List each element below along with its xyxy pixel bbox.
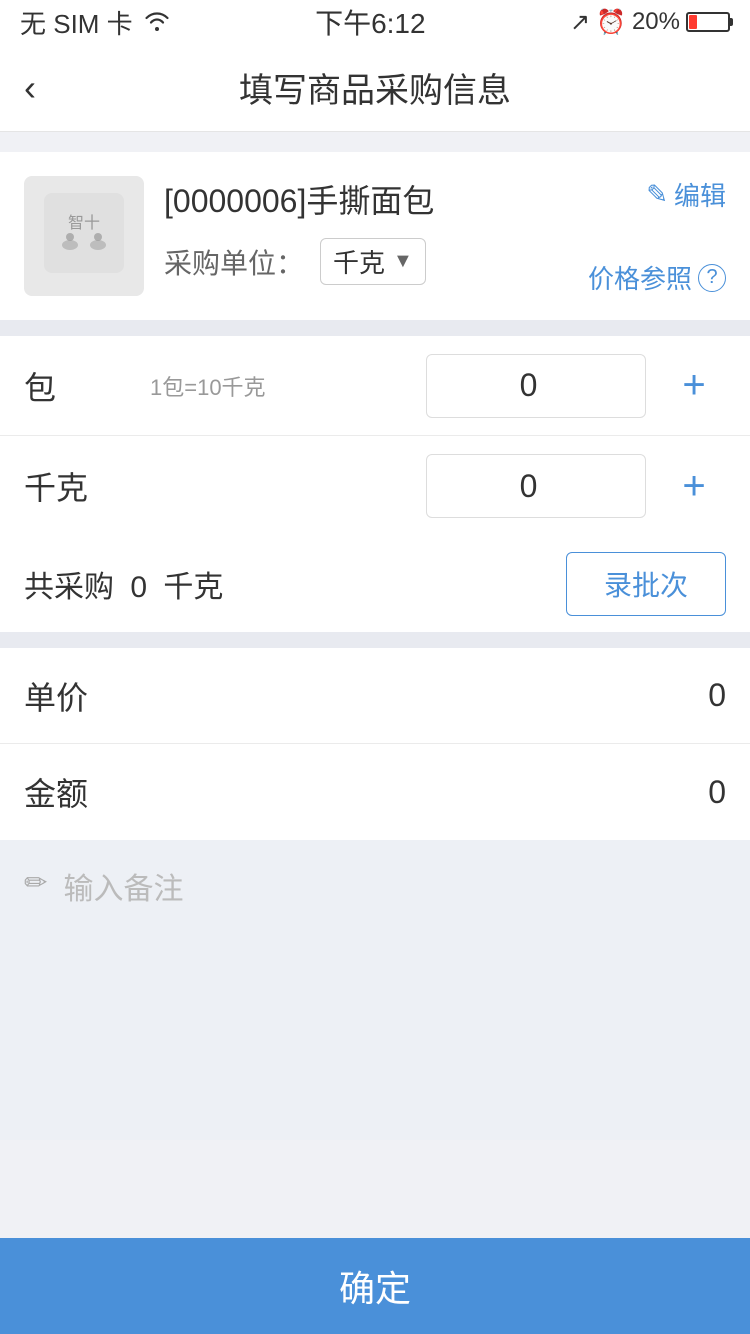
page-title: 填写商品采购信息 [239,63,511,112]
unit-price-value: 0 [708,677,726,714]
total-unit: 千克 [163,571,223,604]
confirm-label: 确定 [339,1260,411,1312]
price-ref-label: 价格参照 [588,259,692,296]
unit-price-row: 单价 0 [0,648,750,744]
batch-button[interactable]: 录批次 [566,552,726,616]
wifi-icon [143,7,171,38]
price-section: 单价 0 金额 0 [0,648,750,840]
unit-price-label: 单价 [24,673,88,719]
batch-label: 录批次 [604,564,688,604]
unit-select[interactable]: 千克 ▼ [320,238,426,285]
back-button[interactable]: ‹ [24,67,36,109]
gap-1 [0,132,750,152]
help-icon: ? [698,264,726,292]
unit-label: 采购单位： [164,242,304,282]
amount-row: 金额 0 [0,744,750,840]
battery-icon [686,12,730,32]
carrier-text: 无 SIM 卡 [20,4,133,41]
amount-label: 金额 [24,769,88,815]
divider-1 [0,320,750,336]
total-row: 共采购 0 千克 录批次 [0,536,750,632]
total-amount: 0 [130,571,147,604]
remark-placeholder: 输入备注 [63,864,183,908]
divider-2 [0,632,750,648]
location-icon: ↗ [570,8,590,37]
kg-input[interactable] [426,454,646,518]
alarm-icon: ⏰ [596,8,626,37]
product-image: 智十 [24,176,144,296]
svg-text:智十: 智十 [68,214,100,232]
nav-bar: ‹ 填写商品采购信息 [0,44,750,132]
kg-label: 千克 [24,463,144,509]
chevron-down-icon: ▼ [393,250,413,273]
quantity-section: 包 1包=10千克 + 千克 + [0,336,750,536]
product-logo: 智十 [44,193,124,280]
edit-icon: ✎ [646,179,668,210]
status-right: ↗ ⏰ 20% [570,8,730,37]
amount-value: 0 [708,774,726,811]
status-time: 下午6:12 [315,2,426,42]
total-prefix: 共采购 [24,571,114,604]
status-left: 无 SIM 卡 [20,4,171,41]
edit-button[interactable]: ✎ 编辑 [646,176,726,213]
unit-value: 千克 [333,243,385,280]
bao-sublabel: 1包=10千克 [150,370,266,402]
pencil-icon: ✏ [24,866,47,899]
product-card: 智十 [0000006]手撕面包 采购单位： 千克 ▼ ✎ 编辑 [0,152,750,320]
edit-label: 编辑 [674,176,726,213]
kg-input-row: 千克 + [0,436,750,536]
status-bar: 无 SIM 卡 下午6:12 ↗ ⏰ 20% [0,0,750,44]
product-name: [0000006]手撕面包 [164,176,726,222]
battery-percent: 20% [632,8,680,36]
price-ref-button[interactable]: 价格参照 ? [588,259,726,296]
remark-section[interactable]: ✏ 输入备注 [0,840,750,1140]
kg-plus-button[interactable]: + [662,454,726,518]
confirm-button[interactable]: 确定 [0,1238,750,1334]
bao-label: 包 [24,363,144,409]
total-text: 共采购 0 千克 [24,562,223,606]
bao-plus-button[interactable]: + [662,354,726,418]
bao-input[interactable] [426,354,646,418]
bao-input-row: 包 1包=10千克 + [0,336,750,436]
